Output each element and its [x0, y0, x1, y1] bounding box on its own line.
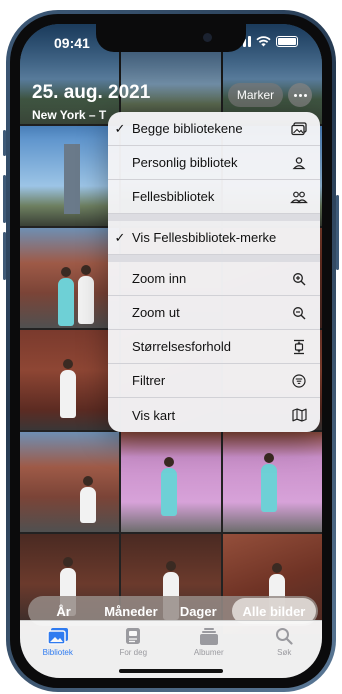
person-icon	[290, 154, 308, 172]
photo-thumbnail[interactable]	[20, 228, 120, 328]
menu-item-label: Zoom ut	[132, 305, 180, 320]
filter-icon	[290, 372, 308, 390]
person-figure	[80, 476, 96, 523]
person-figure	[260, 453, 277, 512]
tab-search[interactable]: Søk	[247, 621, 323, 678]
tab-library[interactable]: Bibliotek	[20, 621, 96, 678]
screen: 09:41 25. aug. 2021 New York – T Marker …	[20, 24, 322, 678]
person-figure	[78, 265, 94, 324]
tab-label: For deg	[119, 648, 148, 657]
menu-item-label: Begge bibliotekene	[132, 121, 243, 136]
menu-item-label: Vis kart	[132, 407, 176, 423]
photos-stack-icon	[290, 120, 308, 138]
volume-up-button	[3, 175, 6, 223]
zoom-out-icon	[290, 304, 308, 322]
albums-icon	[199, 628, 218, 645]
menu-item-personal-library[interactable]: Personlig bibliotek	[108, 146, 320, 180]
person-figure	[58, 267, 74, 326]
menu-item-show-shared-badge[interactable]: ✓ Vis Fellesbibliotek-merke	[108, 221, 320, 255]
ellipsis-icon	[293, 93, 297, 97]
notch	[96, 24, 246, 52]
status-time: 09:41	[54, 35, 90, 51]
aspect-ratio-icon	[290, 338, 308, 356]
menu-item-filter[interactable]: Filtrer	[108, 364, 320, 398]
person-figure	[161, 457, 178, 516]
menu-item-both-libraries[interactable]: ✓ Begge bibliotekene	[108, 112, 320, 146]
menu-divider	[108, 255, 320, 262]
menu-item-label: Filtrer	[132, 373, 166, 388]
wifi-icon	[256, 36, 271, 47]
menu-item-zoom-out[interactable]: Zoom ut	[108, 296, 320, 330]
photo-thumbnail[interactable]	[20, 432, 120, 532]
photo-thumbnail[interactable]	[121, 432, 221, 532]
view-options-menu: ✓ Begge bibliotekene Personlig bibliotek …	[108, 112, 320, 432]
photo-thumbnail[interactable]	[20, 330, 120, 430]
phone-frame: 09:41 25. aug. 2021 New York – T Marker …	[3, 10, 339, 692]
menu-divider	[108, 214, 320, 221]
checkmark-icon: ✓	[114, 229, 126, 245]
checkmark-icon: ✓	[114, 120, 126, 136]
menu-item-aspect-ratio[interactable]: Størrelsesforhold	[108, 330, 320, 364]
map-icon	[290, 406, 308, 424]
two-people-icon	[290, 188, 308, 206]
menu-item-label: Zoom inn	[132, 271, 187, 286]
side-button	[336, 195, 339, 270]
person-figure	[60, 359, 76, 418]
menu-item-show-map[interactable]: Vis kart	[108, 398, 320, 432]
location-label: New York – T	[32, 108, 107, 122]
menu-item-label: Vis Fellesbibliotek-merke	[132, 230, 277, 245]
menu-item-label: Størrelsesforhold	[132, 339, 231, 354]
select-button[interactable]: Marker	[228, 83, 283, 107]
photo-thumbnail[interactable]	[222, 432, 322, 532]
volume-down-button	[3, 232, 6, 280]
menu-item-label: Personlig bibliotek	[132, 155, 238, 170]
menu-item-zoom-in[interactable]: Zoom inn	[108, 262, 320, 296]
page-title: 25. aug. 2021	[32, 82, 151, 103]
tab-label: Søk	[277, 648, 292, 657]
battery-icon	[276, 36, 298, 47]
mute-switch	[3, 130, 6, 156]
photo-thumbnail[interactable]	[20, 126, 120, 226]
zoom-in-icon	[290, 270, 308, 288]
menu-item-shared-library[interactable]: Fellesbibliotek	[108, 180, 320, 214]
more-options-button[interactable]	[288, 83, 312, 107]
tab-label: Albumer	[193, 648, 224, 657]
home-indicator	[119, 669, 223, 673]
photos-library-icon	[47, 628, 68, 645]
search-icon	[276, 628, 293, 645]
for-you-icon	[126, 628, 141, 644]
menu-item-label: Fellesbibliotek	[132, 189, 215, 204]
tab-label: Bibliotek	[42, 648, 73, 657]
